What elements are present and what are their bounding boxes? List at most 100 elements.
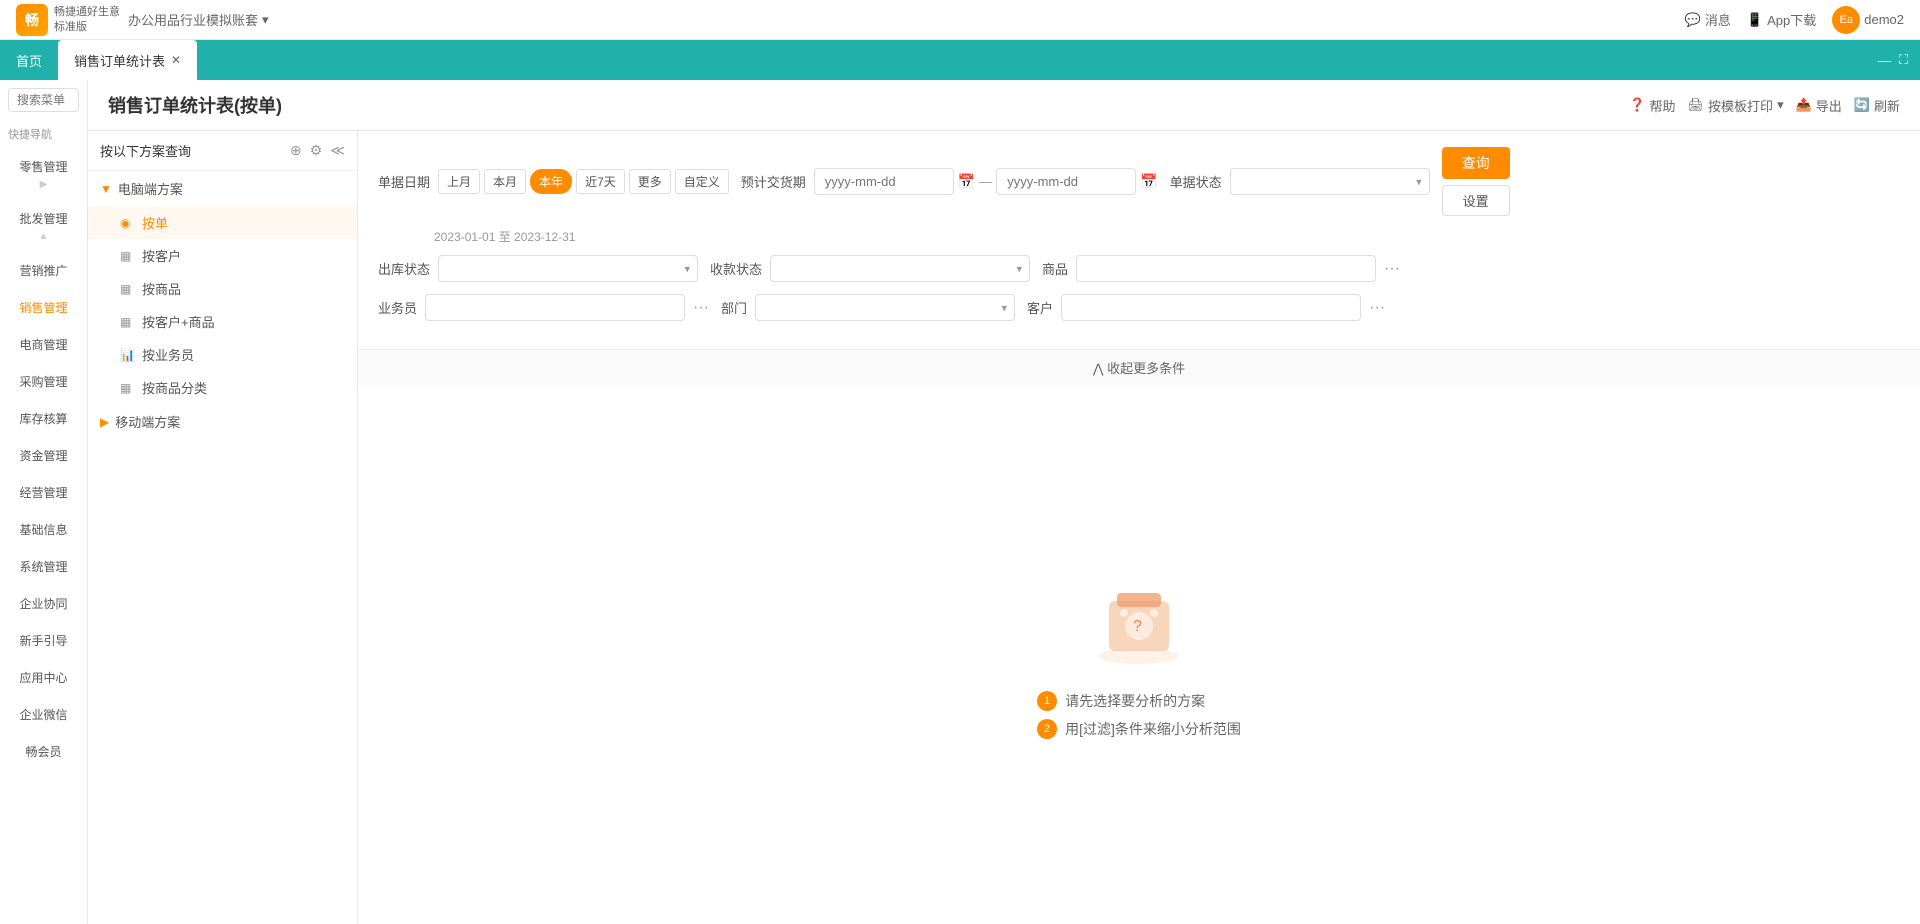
query-button[interactable]: 查询 bbox=[1442, 147, 1510, 179]
export-button[interactable]: 📤 导出 bbox=[1796, 96, 1842, 115]
close-tab-icon[interactable]: ✕ bbox=[171, 53, 181, 67]
sidebar-item-basic[interactable]: 基础信息 bbox=[0, 511, 87, 548]
product-more-icon[interactable]: ··· bbox=[1384, 260, 1400, 278]
filter-row-2: 出库状态 收款状态 bbox=[378, 255, 1900, 282]
date-btn-this-year[interactable]: 本年 bbox=[530, 169, 572, 194]
date-btn-custom[interactable]: 自定义 bbox=[675, 169, 729, 194]
date-btn-more[interactable]: 更多 bbox=[629, 169, 671, 194]
maximize-icon[interactable]: ⛶ bbox=[1899, 52, 1908, 68]
payment-status-select-wrapper bbox=[770, 255, 1030, 282]
department-select[interactable] bbox=[755, 294, 1015, 321]
tab-home[interactable]: 首页 bbox=[0, 40, 58, 80]
salesperson-more-icon[interactable]: ··· bbox=[693, 299, 709, 317]
page-header: 销售订单统计表(按单) ❓ 帮助 🖨 按模板打印 ▾ 📤 导出 🔄 刷新 bbox=[88, 80, 1920, 131]
edit-scheme-button[interactable]: ⚙ bbox=[310, 142, 323, 159]
sidebar-item-label: 畅会员 bbox=[25, 743, 61, 760]
filter-field-payment-status: 收款状态 bbox=[710, 255, 1030, 282]
sidebar-item-finance[interactable]: 资金管理 bbox=[0, 437, 87, 474]
expected-delivery-end[interactable] bbox=[996, 168, 1136, 195]
tab-sales-order-stats[interactable]: 销售订单统计表 ✕ bbox=[58, 40, 197, 80]
app-download-button[interactable]: 📱 App下载 bbox=[1747, 10, 1816, 29]
sidebar-item-label: 批发管理 bbox=[19, 210, 67, 227]
sidebar-item-label: 营销推广 bbox=[19, 262, 67, 279]
filter-field-expected-delivery: 预计交货期 📅 — 📅 bbox=[741, 168, 1158, 195]
scheme-panel-title: 按以下方案查询 bbox=[100, 141, 191, 160]
scheme-category-header-mobile[interactable]: ▶ 移动端方案 bbox=[88, 404, 357, 439]
logo-area: 畅 畅捷通好生意标准版 bbox=[16, 4, 120, 36]
calendar-end-icon[interactable]: 📅 bbox=[1140, 173, 1157, 190]
scheme-item-label: 按业务员 bbox=[142, 345, 194, 364]
sidebar-item-label: 采购管理 bbox=[19, 373, 67, 390]
sidebar-item-wechat[interactable]: 企业微信 bbox=[0, 696, 87, 733]
collapse-bar[interactable]: ⋀ 收起更多条件 bbox=[358, 349, 1920, 385]
payment-status-select[interactable] bbox=[770, 255, 1030, 282]
doc-status-select-wrapper bbox=[1230, 168, 1430, 195]
date-btn-last-month[interactable]: 上月 bbox=[438, 169, 480, 194]
date-btn-last-7-days[interactable]: 近7天 bbox=[576, 169, 625, 194]
sidebar-item-purchase[interactable]: 采购管理 bbox=[0, 363, 87, 400]
date-btn-this-month[interactable]: 本月 bbox=[484, 169, 526, 194]
sidebar-item-retail[interactable]: 零售管理 ▶ bbox=[0, 148, 87, 200]
sidebar-item-newbie[interactable]: 新手引导 bbox=[0, 622, 87, 659]
customer-input[interactable] bbox=[1061, 294, 1361, 321]
sidebar-item-marketing[interactable]: 营销推广 bbox=[0, 252, 87, 289]
search-input[interactable] bbox=[8, 88, 79, 112]
export-icon: 📤 bbox=[1796, 97, 1812, 113]
shipment-status-select[interactable] bbox=[438, 255, 698, 282]
sidebar-item-appstore[interactable]: 应用中心 bbox=[0, 659, 87, 696]
sidebar-item-label: 企业协同 bbox=[19, 595, 67, 612]
refresh-button[interactable]: 🔄 刷新 bbox=[1854, 96, 1900, 115]
scheme-item-by-order[interactable]: ◉ 按单 bbox=[88, 206, 357, 239]
grid-icon: ▦ bbox=[120, 249, 136, 263]
sidebar-item-ecommerce[interactable]: 电商管理 bbox=[0, 326, 87, 363]
user-profile[interactable]: Ea demo2 bbox=[1832, 6, 1904, 34]
doc-status-select[interactable] bbox=[1230, 168, 1430, 195]
template-print-button[interactable]: 🖨 按模板打印 ▾ bbox=[1688, 96, 1784, 115]
scheme-item-by-customer[interactable]: ▦ 按客户 bbox=[88, 239, 357, 272]
help-icon: ❓ bbox=[1629, 97, 1645, 113]
empty-hint-1: 1 请先选择要分析的方案 bbox=[1037, 691, 1241, 711]
shipment-status-label: 出库状态 bbox=[378, 259, 430, 278]
filter-and-results: 单据日期 上月 本月 本年 近7天 更多 自定义 预计交货期 bbox=[358, 131, 1920, 924]
scheme-item-by-product[interactable]: ▦ 按商品 bbox=[88, 272, 357, 305]
payment-status-label: 收款状态 bbox=[710, 259, 762, 278]
chevron-down-icon: ▼ bbox=[100, 182, 112, 196]
date-btn-group: 上月 本月 本年 近7天 更多 自定义 bbox=[438, 169, 729, 194]
settings-button[interactable]: 设置 bbox=[1442, 185, 1510, 216]
sidebar-item-sales[interactable]: 销售管理 bbox=[0, 289, 87, 326]
sidebar-item-wholesale[interactable]: 批发管理 ▲ bbox=[0, 200, 87, 252]
scheme-item-by-cust-prod[interactable]: ▦ 按客户+商品 bbox=[88, 305, 357, 338]
department-label: 部门 bbox=[721, 298, 747, 317]
sidebar-section: 零售管理 ▶ 批发管理 ▲ 营销推广 销售管理 电商管理 采购管理 库存核算 bbox=[0, 144, 87, 774]
scheme-item-by-category[interactable]: ▦ 按商品分类 bbox=[88, 371, 357, 404]
scheme-item-by-salesperson[interactable]: 📊 按业务员 bbox=[88, 338, 357, 371]
sidebar-item-operations[interactable]: 经营管理 bbox=[0, 474, 87, 511]
sidebar-item-system[interactable]: 系统管理 bbox=[0, 548, 87, 585]
sidebar-item-inventory[interactable]: 库存核算 bbox=[0, 400, 87, 437]
salesperson-input[interactable] bbox=[425, 294, 685, 321]
sidebar-item-member[interactable]: 畅会员 bbox=[0, 733, 87, 770]
sidebar-item-enterprise[interactable]: 企业协同 bbox=[0, 585, 87, 622]
add-scheme-button[interactable]: ⊕ bbox=[290, 142, 302, 159]
messages-button[interactable]: 💬 消息 bbox=[1685, 10, 1731, 29]
scheme-category-header-desktop[interactable]: ▼ 电脑端方案 bbox=[88, 171, 357, 206]
message-icon: 💬 bbox=[1685, 12, 1701, 28]
collapse-label: 收起更多条件 bbox=[1107, 361, 1185, 376]
hint-text-2: 用[过滤]条件来缩小分析范围 bbox=[1065, 719, 1241, 739]
dropdown-icon: ▾ bbox=[1777, 97, 1784, 113]
logo-icon: 畅 bbox=[16, 4, 48, 36]
collapse-panel-button[interactable]: ≪ bbox=[330, 142, 345, 159]
sidebar-item-label: 经营管理 bbox=[19, 484, 67, 501]
expected-delivery-start[interactable] bbox=[814, 168, 954, 195]
customer-more-icon[interactable]: ··· bbox=[1369, 299, 1385, 317]
sidebar-item-label: 资金管理 bbox=[19, 447, 67, 464]
sidebar-item-label: 基础信息 bbox=[19, 521, 67, 538]
product-input[interactable] bbox=[1076, 255, 1376, 282]
expected-delivery-label: 预计交货期 bbox=[741, 172, 806, 191]
department-select-wrapper bbox=[755, 294, 1015, 321]
company-selector[interactable]: 办公用品行业模拟账套 ▾ bbox=[128, 10, 269, 29]
help-button[interactable]: ❓ 帮助 bbox=[1629, 96, 1675, 115]
calendar-start-icon[interactable]: 📅 bbox=[958, 173, 975, 190]
minimize-icon[interactable]: — bbox=[1878, 53, 1891, 68]
date-separator: — bbox=[979, 174, 992, 189]
